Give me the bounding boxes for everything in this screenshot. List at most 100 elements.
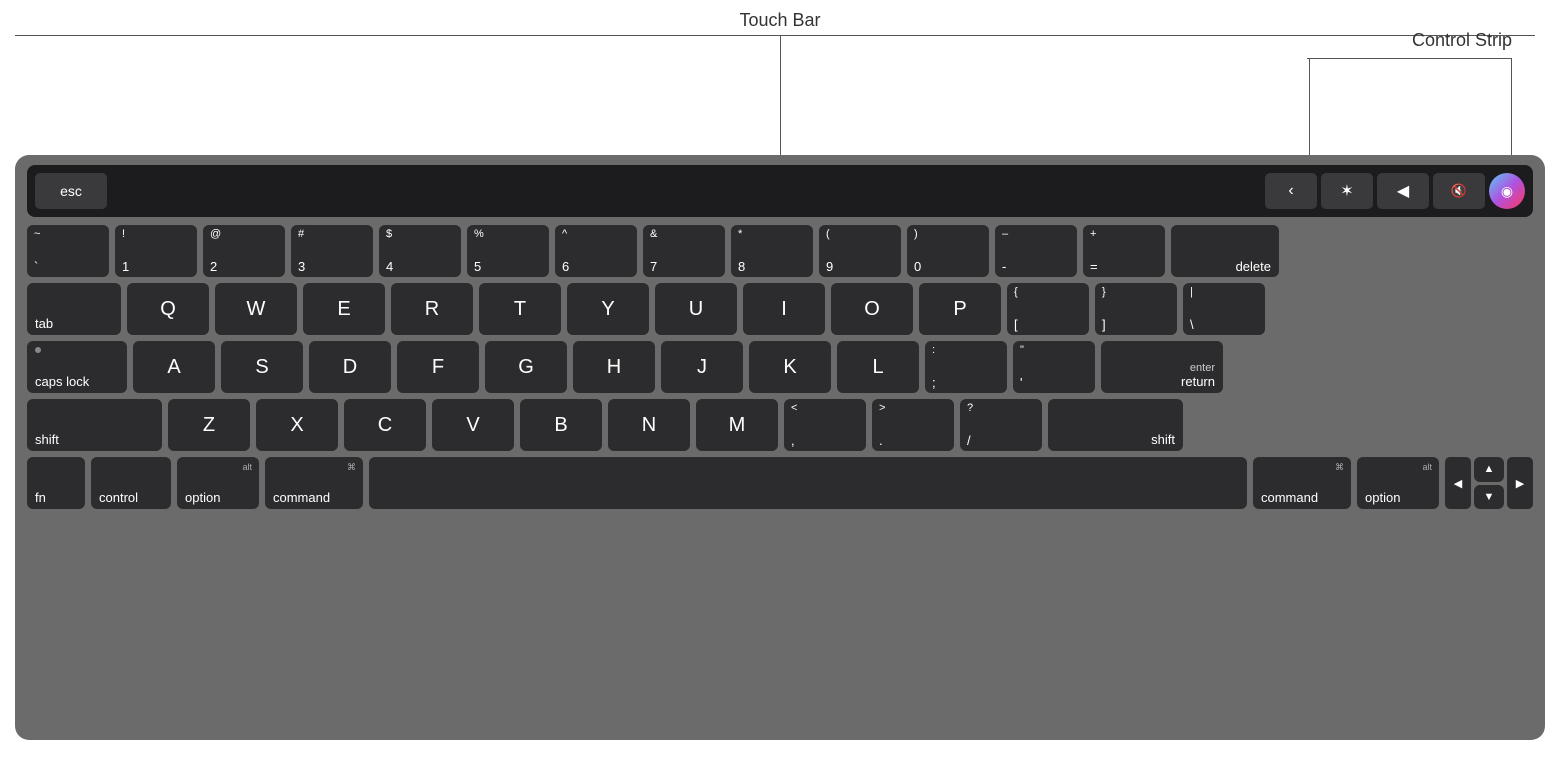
key-1[interactable]: ! 1	[115, 225, 197, 277]
key-c[interactable]: C	[344, 399, 426, 451]
key-fn[interactable]: fn	[27, 457, 85, 509]
key-6-bottom: 6	[562, 260, 569, 273]
key-h[interactable]: H	[573, 341, 655, 393]
key-capslock[interactable]: caps lock	[27, 341, 127, 393]
key-enter[interactable]: enter return	[1101, 341, 1223, 393]
key-semicolon[interactable]: : ;	[925, 341, 1007, 393]
key-tilde-bottom: `	[34, 260, 38, 273]
key-arrow-right[interactable]: ▶	[1507, 457, 1533, 509]
key-period-bottom: .	[879, 434, 883, 447]
key-1-bottom: 1	[122, 260, 129, 273]
key-i[interactable]: I	[743, 283, 825, 335]
key-command-right[interactable]: ⌘ command	[1253, 457, 1351, 509]
key-z[interactable]: Z	[168, 399, 250, 451]
key-equals[interactable]: + =	[1083, 225, 1165, 277]
key-m[interactable]: M	[696, 399, 778, 451]
key-w[interactable]: W	[215, 283, 297, 335]
key-t[interactable]: T	[479, 283, 561, 335]
key-bracket-open-top: {	[1014, 287, 1018, 298]
mute-btn[interactable]: 🔇	[1433, 173, 1485, 209]
esc-key[interactable]: esc	[35, 173, 107, 209]
key-space[interactable]	[369, 457, 1247, 509]
asdf-row: caps lock A S D F G H J K L : ; " ' ente…	[27, 341, 1533, 393]
key-period[interactable]: > .	[872, 399, 954, 451]
capslock-indicator	[35, 347, 41, 353]
key-shift-left[interactable]: shift	[27, 399, 162, 451]
key-delete[interactable]: delete	[1171, 225, 1279, 277]
key-4[interactable]: $ 4	[379, 225, 461, 277]
key-bracket-close[interactable]: } ]	[1095, 283, 1177, 335]
key-x[interactable]: X	[256, 399, 338, 451]
key-5[interactable]: % 5	[467, 225, 549, 277]
brightness-icon: ✶	[1340, 181, 1353, 201]
key-2[interactable]: @ 2	[203, 225, 285, 277]
key-quote[interactable]: " '	[1013, 341, 1095, 393]
key-comma[interactable]: < ,	[784, 399, 866, 451]
bottom-row: fn control alt option ⌘ command ⌘ comman…	[27, 457, 1533, 509]
key-n[interactable]: N	[608, 399, 690, 451]
key-slash[interactable]: ? /	[960, 399, 1042, 451]
key-q[interactable]: Q	[127, 283, 209, 335]
key-bracket-open[interactable]: { [	[1007, 283, 1089, 335]
key-arrow-left[interactable]: ◀	[1445, 457, 1471, 509]
key-j[interactable]: J	[661, 341, 743, 393]
key-d[interactable]: D	[309, 341, 391, 393]
key-option-left[interactable]: alt option	[177, 457, 259, 509]
touchbar-chevron-btn[interactable]: ‹	[1265, 173, 1317, 209]
volume-btn[interactable]: ◀	[1377, 173, 1429, 209]
key-k[interactable]: K	[749, 341, 831, 393]
key-control[interactable]: control	[91, 457, 171, 509]
key-option-right[interactable]: alt option	[1357, 457, 1439, 509]
key-e[interactable]: E	[303, 283, 385, 335]
zxcv-row: shift Z X C V B N M < , > . ? / shift	[27, 399, 1533, 451]
key-b[interactable]: B	[520, 399, 602, 451]
key-3[interactable]: # 3	[291, 225, 373, 277]
key-9[interactable]: ( 9	[819, 225, 901, 277]
key-7[interactable]: & 7	[643, 225, 725, 277]
key-3-top: #	[298, 229, 304, 240]
touchbar-annotation-label: Touch Bar	[739, 10, 820, 31]
key-v[interactable]: V	[432, 399, 514, 451]
touchbar-main-area[interactable]	[113, 173, 1259, 209]
key-l[interactable]: L	[837, 341, 919, 393]
key-a[interactable]: A	[133, 341, 215, 393]
key-6[interactable]: ^ 6	[555, 225, 637, 277]
key-s[interactable]: S	[221, 341, 303, 393]
key-1-top: !	[122, 229, 125, 240]
brightness-btn[interactable]: ✶	[1321, 173, 1373, 209]
key-command-left[interactable]: ⌘ command	[265, 457, 363, 509]
siri-btn[interactable]: ◉	[1489, 173, 1525, 209]
key-2-bottom: 2	[210, 260, 217, 273]
key-8[interactable]: * 8	[731, 225, 813, 277]
key-command-right-symbol: ⌘	[1335, 462, 1344, 473]
key-o[interactable]: O	[831, 283, 913, 335]
key-8-bottom: 8	[738, 260, 745, 273]
esc-label: esc	[60, 183, 82, 199]
keyboard-shell: esc ‹ ✶ ◀ 🔇 ◉ ~	[15, 155, 1545, 740]
volume-icon: ◀	[1397, 181, 1409, 201]
key-5-top: %	[474, 229, 484, 240]
arrow-up-icon: ▲	[1484, 463, 1495, 475]
arrow-down-icon: ▼	[1484, 491, 1495, 503]
touchbar-row: esc ‹ ✶ ◀ 🔇 ◉	[27, 165, 1533, 217]
key-minus[interactable]: – -	[995, 225, 1077, 277]
key-option-left-label: option	[185, 490, 220, 505]
key-semicolon-bottom: ;	[932, 376, 936, 389]
key-u[interactable]: U	[655, 283, 737, 335]
key-f[interactable]: F	[397, 341, 479, 393]
key-backslash[interactable]: | \	[1183, 283, 1265, 335]
key-tab-label: tab	[35, 316, 53, 331]
key-g[interactable]: G	[485, 341, 567, 393]
key-tab[interactable]: tab	[27, 283, 121, 335]
key-0-top: )	[914, 229, 918, 240]
controlstrip-line-left	[1309, 58, 1310, 156]
key-backslash-bottom: \	[1190, 318, 1194, 331]
key-tilde[interactable]: ~ `	[27, 225, 109, 277]
key-y[interactable]: Y	[567, 283, 649, 335]
key-p[interactable]: P	[919, 283, 1001, 335]
key-0[interactable]: ) 0	[907, 225, 989, 277]
key-arrow-up[interactable]: ▲	[1474, 457, 1504, 482]
key-arrow-down[interactable]: ▼	[1474, 485, 1504, 510]
key-shift-right[interactable]: shift	[1048, 399, 1183, 451]
key-r[interactable]: R	[391, 283, 473, 335]
